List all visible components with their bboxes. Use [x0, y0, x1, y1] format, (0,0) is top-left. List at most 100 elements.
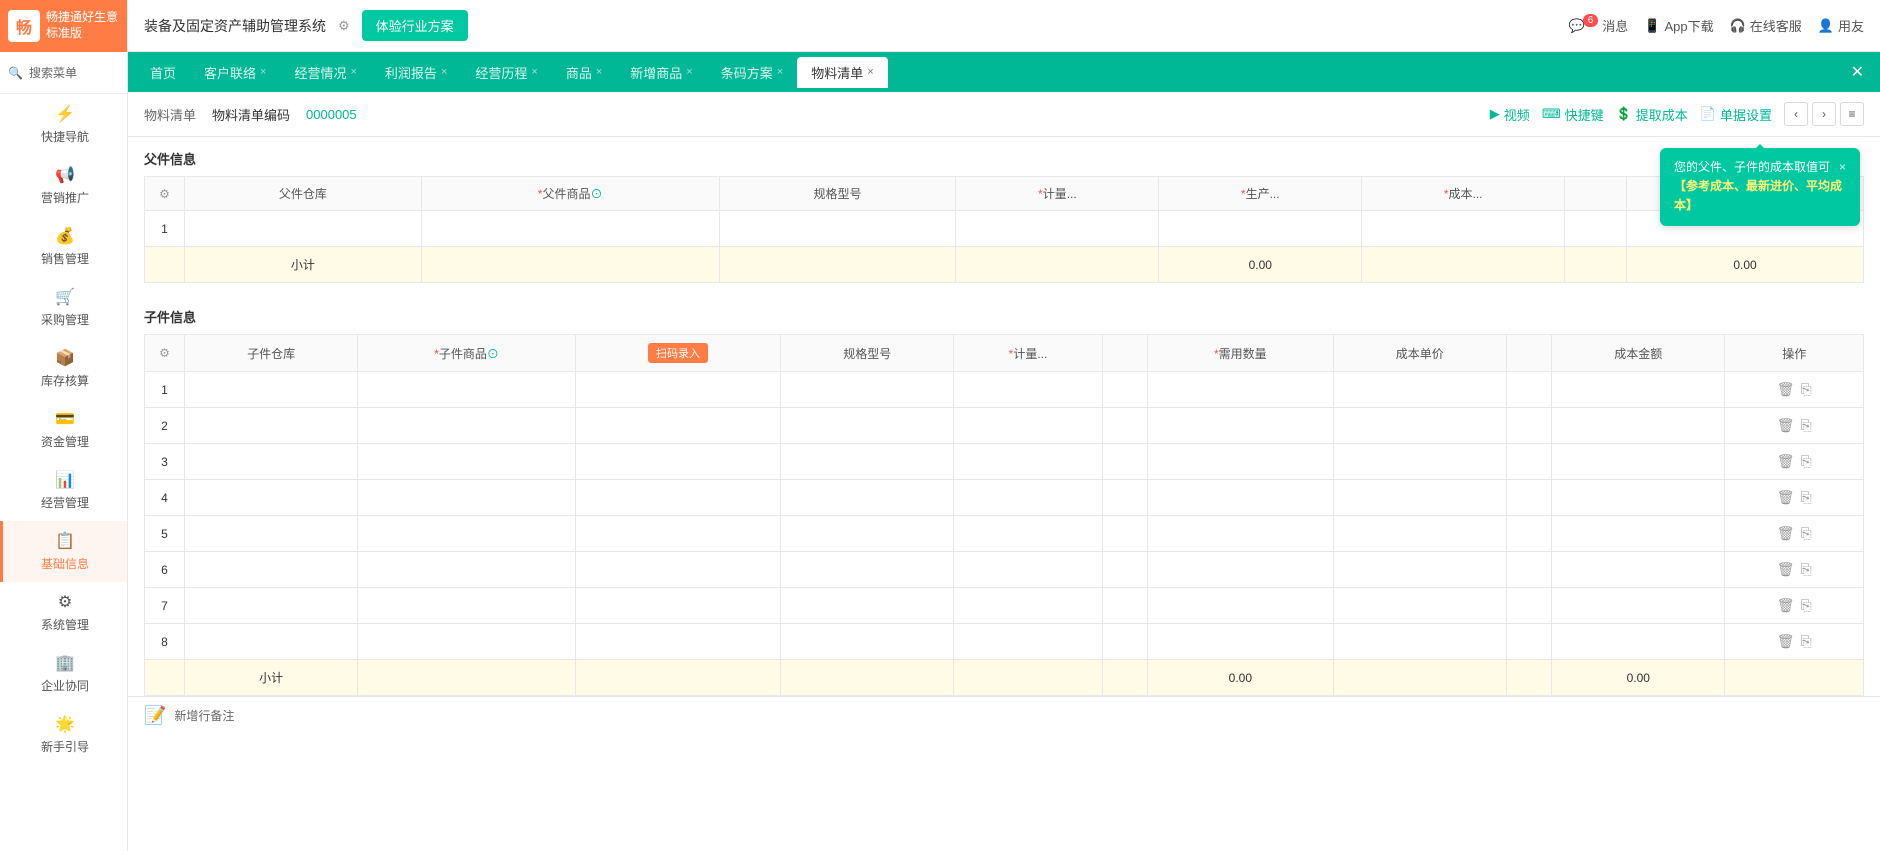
action-single-setting[interactable]: 📄 单据设置: [1700, 105, 1772, 124]
delete-icon-3[interactable]: 🗑: [1777, 453, 1795, 470]
parent-row-1-unit[interactable]: [956, 211, 1159, 247]
trial-button[interactable]: 体验行业方案: [362, 10, 468, 41]
parent-col-spec: 规格型号: [719, 177, 956, 211]
delete-icon-2[interactable]: 🗑: [1777, 417, 1795, 434]
tab-operations-close[interactable]: ×: [350, 66, 356, 78]
online-service-item[interactable]: 🎧 在线客服: [1730, 16, 1802, 35]
message-badge: 6: [1583, 14, 1599, 27]
child-subtotal-qty: 0.00: [1147, 660, 1333, 696]
logo-icon: 畅: [8, 10, 40, 42]
copy-icon-1[interactable]: ⎘: [1801, 381, 1812, 398]
tab-barcode[interactable]: 条码方案 ×: [707, 57, 797, 88]
user-item[interactable]: 👤 用友: [1818, 16, 1864, 35]
delete-icon-5[interactable]: 🗑: [1777, 525, 1795, 542]
child-r1-unit-cost[interactable]: [1333, 372, 1506, 408]
tab-customers[interactable]: 客户联络 ×: [190, 57, 280, 88]
child-row-1: 1: [145, 372, 1864, 408]
sidebar-item-enterprise[interactable]: 🏢 企业协同: [0, 643, 127, 704]
tab-bom-close[interactable]: ×: [867, 66, 873, 78]
nav-next-btn[interactable]: ›: [1812, 102, 1836, 126]
copy-icon-6[interactable]: ⎘: [1801, 561, 1812, 578]
child-col-settings[interactable]: ⚙: [145, 335, 185, 372]
tab-profit-close[interactable]: ×: [441, 66, 447, 78]
copy-icon-3[interactable]: ⎘: [1801, 453, 1812, 470]
sidebar-item-sales[interactable]: 💰 销售管理: [0, 216, 127, 277]
copy-icon-4[interactable]: ⎘: [1801, 489, 1812, 506]
parent-row-1-warehouse[interactable]: [185, 211, 422, 247]
parent-subtotal-label: [145, 247, 185, 283]
copy-icon-5[interactable]: ⎘: [1801, 525, 1812, 542]
child-r1-spec[interactable]: [781, 372, 954, 408]
child-col-scan[interactable]: 扫码录入: [575, 335, 780, 372]
parent-row-1-spec[interactable]: [719, 211, 956, 247]
parent-col-goods: *父件商品⊙: [421, 177, 719, 211]
parent-col-settings[interactable]: ⚙: [145, 177, 185, 211]
sidebar-item-quick-nav[interactable]: ⚡ 快捷导航: [0, 94, 127, 155]
parent-subtotal-warehouse: 小计: [185, 247, 422, 283]
app-download-item[interactable]: 📱 App下载: [1644, 16, 1713, 35]
breadcrumb-parent[interactable]: 物料清单: [144, 105, 196, 124]
delete-icon-8[interactable]: 🗑: [1777, 633, 1795, 650]
child-r1-cost-amount: [1552, 372, 1725, 408]
sidebar-item-purchase[interactable]: 🛒 采购管理: [0, 277, 127, 338]
parent-col-warehouse: 父件仓库: [185, 177, 422, 211]
parent-row-1-goods[interactable]: [421, 211, 719, 247]
parent-subtotal-c4: [1362, 247, 1565, 283]
tab-home[interactable]: 首页: [136, 57, 190, 88]
child-col-spec: 规格型号: [781, 335, 954, 372]
sidebar-item-operations[interactable]: 📊 经营管理: [0, 460, 127, 521]
sidebar-item-inventory[interactable]: 📦 库存核算: [0, 338, 127, 399]
tab-customers-close[interactable]: ×: [260, 66, 266, 78]
tab-operations[interactable]: 经营情况 ×: [280, 57, 370, 88]
sidebar-item-system[interactable]: ⚙ 系统管理: [0, 582, 127, 643]
tab-goods-close[interactable]: ×: [596, 66, 602, 78]
sidebar-item-finance[interactable]: 💳 资金管理: [0, 399, 127, 460]
tab-bom[interactable]: 物料清单 ×: [797, 57, 887, 88]
tooltip-close[interactable]: ×: [1839, 158, 1846, 177]
delete-icon-6[interactable]: 🗑: [1777, 561, 1795, 578]
sidebar-item-marketing[interactable]: 📢 营销推广: [0, 155, 127, 216]
child-col-cost-amount: 成本金额: [1552, 335, 1725, 372]
child-r2-goods[interactable]: [358, 408, 576, 444]
scan-button[interactable]: 扫码录入: [648, 343, 708, 363]
search-icon: 🔍: [8, 66, 23, 80]
action-view[interactable]: ▶ 视频: [1490, 105, 1530, 124]
sidebar-item-guide[interactable]: 🌟 新手引导: [0, 704, 127, 765]
tab-goods[interactable]: 商品 ×: [552, 57, 616, 88]
add-row-label[interactable]: 新增行备注: [174, 707, 234, 724]
page-code: 0000005: [306, 107, 357, 122]
message-item[interactable]: 💬 6 消息: [1569, 16, 1629, 35]
delete-icon-4[interactable]: 🗑: [1777, 489, 1795, 506]
child-r1-unit[interactable]: [954, 372, 1102, 408]
copy-icon-8[interactable]: ⎘: [1801, 633, 1812, 650]
tabs-close-all[interactable]: ✕: [1843, 62, 1872, 82]
sidebar-search[interactable]: 🔍 搜索菜单: [0, 52, 127, 94]
tab-history[interactable]: 经营历程 ×: [461, 57, 551, 88]
tab-new-goods-close[interactable]: ×: [686, 66, 692, 78]
nav-prev-btn[interactable]: ‹: [1784, 102, 1808, 126]
tab-history-close[interactable]: ×: [531, 66, 537, 78]
child-r1-warehouse[interactable]: [185, 372, 358, 408]
delete-icon-7[interactable]: 🗑: [1777, 597, 1795, 614]
parent-row-1-produce[interactable]: [1159, 211, 1362, 247]
parent-info-section: 父件信息 ⚙ 父件仓库 *父件商品⊙ 规格型号 *计量... *生产... *成…: [128, 137, 1880, 283]
child-r1-goods[interactable]: [358, 372, 576, 408]
sidebar-item-basic-info[interactable]: 📋 基础信息: [0, 521, 127, 582]
add-row-icon: 📝: [144, 705, 166, 726]
nav-list-btn[interactable]: ≡: [1840, 102, 1864, 126]
action-extract-cost[interactable]: 💲 提取成本: [1616, 105, 1688, 124]
tab-profit[interactable]: 利润报告 ×: [371, 57, 461, 88]
search-menu-button[interactable]: 🔍 搜索菜单: [8, 60, 119, 85]
child-r1-qty[interactable]: [1147, 372, 1333, 408]
gear-icon[interactable]: ⚙: [338, 18, 350, 34]
child-r1-actions: 🗑 ⎘: [1725, 372, 1864, 408]
copy-icon-7[interactable]: ⎘: [1801, 597, 1812, 614]
child-r2-warehouse[interactable]: [185, 408, 358, 444]
action-shortcut[interactable]: ⌨ 快捷键: [1542, 105, 1604, 124]
copy-icon-2[interactable]: ⎘: [1801, 417, 1812, 434]
parent-row-1-cost[interactable]: [1362, 211, 1565, 247]
delete-icon-1[interactable]: 🗑: [1777, 381, 1795, 398]
child-r1-scan: [575, 372, 780, 408]
tab-new-goods[interactable]: 新增商品 ×: [616, 57, 706, 88]
tab-barcode-close[interactable]: ×: [777, 66, 783, 78]
